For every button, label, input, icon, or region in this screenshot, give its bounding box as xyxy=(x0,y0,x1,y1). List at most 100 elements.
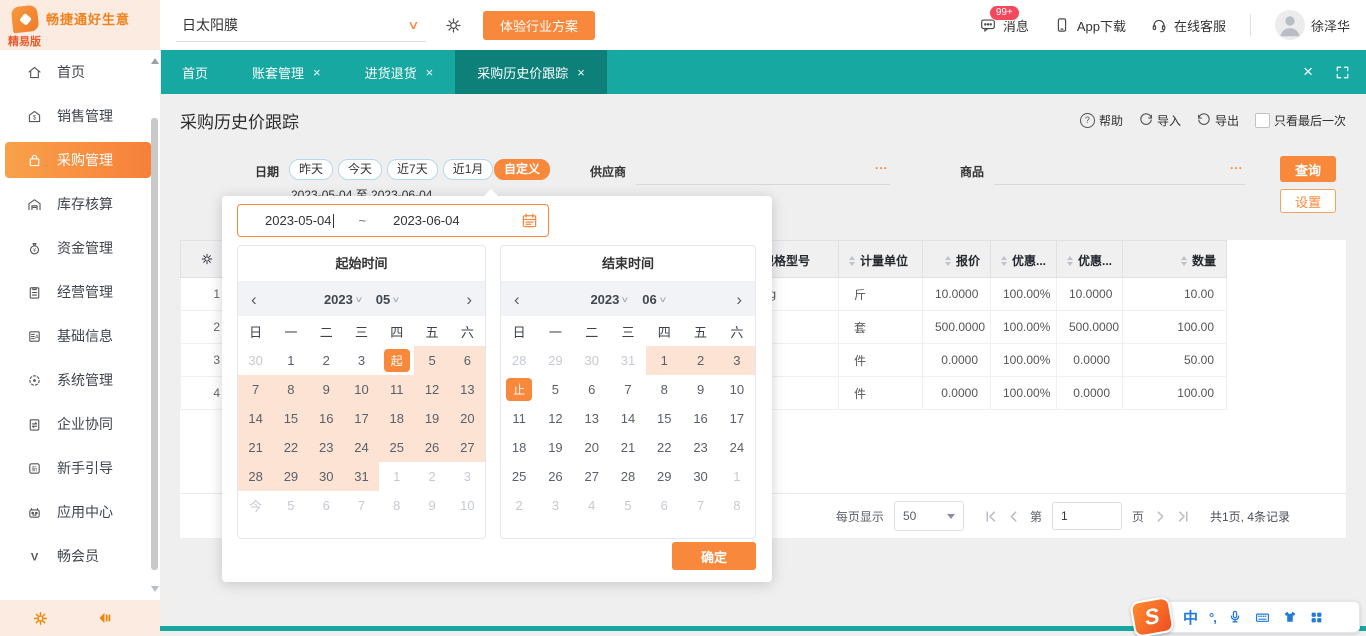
first-page-button[interactable] xyxy=(984,510,997,523)
user-menu[interactable]: 徐泽华 xyxy=(1274,10,1350,40)
calendar-day[interactable]: 29 xyxy=(646,462,682,491)
close-tab-icon[interactable]: × xyxy=(426,65,434,80)
sort-icon[interactable] xyxy=(1001,255,1007,266)
calendar-day[interactable]: 2 xyxy=(682,346,719,375)
month-select[interactable]: 06 ∨ xyxy=(642,292,667,307)
sidebar-item-funds[interactable]: ¥ 资金管理 xyxy=(0,226,160,270)
last-only-toggle[interactable]: 只看最后一次 xyxy=(1254,112,1346,129)
trial-plan-button[interactable]: 体验行业方案 xyxy=(483,10,596,40)
calendar-day[interactable]: 29 xyxy=(537,346,573,375)
calendar-day[interactable]: 10 xyxy=(719,375,755,404)
custom-date-pill[interactable]: 自定义 xyxy=(494,159,551,180)
calendar-day[interactable]: 3 xyxy=(718,346,755,375)
scroll-down-arrow[interactable] xyxy=(151,586,159,592)
calendar-day[interactable]: 28 xyxy=(238,462,274,491)
calendar-day[interactable]: 24 xyxy=(343,433,380,462)
calendar-day[interactable]: 7 xyxy=(238,375,274,404)
calendar-day[interactable]: 5 xyxy=(273,491,308,520)
calendar-day[interactable]: 5 xyxy=(610,491,646,520)
calendar-day[interactable]: 1 xyxy=(646,346,683,375)
ime-skin-icon[interactable] xyxy=(1282,609,1298,625)
calendar-day[interactable]: 30 xyxy=(238,346,273,375)
calendar-day[interactable]: 26 xyxy=(537,462,573,491)
sidebar-scrollbar[interactable] xyxy=(150,52,159,598)
sidebar-item-base-info[interactable]: A 基础信息 xyxy=(0,314,160,358)
calendar-day[interactable]: 5 xyxy=(537,375,573,404)
help-button[interactable]: ? 帮助 xyxy=(1079,112,1123,129)
sidebar-item-purchase[interactable]: 采购管理 xyxy=(5,142,151,178)
confirm-button[interactable]: 确定 xyxy=(672,542,756,570)
calendar-day[interactable]: 8 xyxy=(273,375,309,404)
footer-gear-icon[interactable] xyxy=(32,610,49,627)
calendar-day[interactable]: 28 xyxy=(501,346,537,375)
calendar-day[interactable]: 16 xyxy=(682,404,718,433)
calendar-day[interactable]: 9 xyxy=(414,491,449,520)
calendar-day[interactable]: 19 xyxy=(537,433,573,462)
start-date-value[interactable]: 2023-05-04 xyxy=(265,213,333,228)
ime-toolbox-icon[interactable] xyxy=(1309,610,1324,625)
next-month-button[interactable]: › xyxy=(466,291,472,308)
calendar-day[interactable]: 止 xyxy=(501,375,537,404)
sogou-logo-icon[interactable]: S xyxy=(1129,595,1175,636)
column-unit[interactable]: 计量单位 xyxy=(838,240,923,278)
close-all-tabs-icon[interactable]: × xyxy=(1303,62,1313,82)
next-page-button[interactable] xyxy=(1154,510,1167,523)
supplier-input[interactable]: ... xyxy=(636,158,890,185)
calendar-day[interactable]: 30 xyxy=(308,462,344,491)
calendar-day[interactable]: 25 xyxy=(501,462,537,491)
calendar-day[interactable]: 7 xyxy=(682,491,718,520)
export-button[interactable]: 导出 xyxy=(1197,112,1239,129)
date-quick-pill[interactable]: 近7天 xyxy=(387,159,438,180)
next-month-button[interactable]: › xyxy=(736,291,742,308)
sort-icon[interactable] xyxy=(1067,255,1073,266)
calendar-day[interactable]: 22 xyxy=(273,433,309,462)
supplier-picker-dots[interactable]: ... xyxy=(875,158,888,172)
year-select[interactable]: 2023 ∨ xyxy=(324,292,363,307)
calendar-day[interactable]: 9 xyxy=(682,375,718,404)
sidebar-item-beginner-guide[interactable]: 新 新手引导 xyxy=(0,446,160,490)
calendar-day[interactable]: 26 xyxy=(414,433,450,462)
calendar-day[interactable]: 1 xyxy=(719,462,755,491)
settings-button[interactable]: 设置 xyxy=(1280,189,1336,213)
calendar-day[interactable]: 起 xyxy=(379,346,414,375)
calendar-day[interactable]: 8 xyxy=(719,491,755,520)
page-input[interactable] xyxy=(1051,502,1122,530)
calendar-day[interactable]: 22 xyxy=(646,433,682,462)
per-page-select[interactable]: 50 xyxy=(893,501,964,531)
import-button[interactable]: 导入 xyxy=(1139,112,1181,129)
year-select[interactable]: 2023 ∨ xyxy=(590,292,629,307)
calendar-day[interactable]: 28 xyxy=(610,462,646,491)
close-tab-icon[interactable]: × xyxy=(313,65,321,80)
column-discount[interactable]: 优惠... xyxy=(1056,240,1123,278)
calendar-day[interactable]: 25 xyxy=(379,433,415,462)
calendar-day[interactable]: 9 xyxy=(308,375,344,404)
ime-punctuation-toggle[interactable]: °, xyxy=(1209,610,1217,625)
calendar-day[interactable]: 11 xyxy=(379,375,415,404)
calendar-day[interactable]: 18 xyxy=(501,433,537,462)
month-select[interactable]: 05 ∨ xyxy=(376,292,401,307)
calendar-day[interactable]: 21 xyxy=(238,433,274,462)
calendar-day[interactable]: 1 xyxy=(379,462,414,491)
end-date-value[interactable]: 2023-06-04 xyxy=(393,213,460,228)
calendar-day[interactable]: 21 xyxy=(610,433,646,462)
calendar-day[interactable]: 14 xyxy=(238,404,274,433)
calendar-day[interactable]: 3 xyxy=(344,346,379,375)
calendar-day[interactable]: 20 xyxy=(574,433,610,462)
online-support-button[interactable]: 在线客服 xyxy=(1150,16,1226,35)
sidebar-item-system[interactable]: 系统管理 xyxy=(0,358,160,402)
product-input[interactable]: ... xyxy=(994,158,1245,185)
prev-month-button[interactable]: ‹ xyxy=(514,291,520,308)
sidebar-item-operations[interactable]: 经营管理 xyxy=(0,270,160,314)
calendar-day[interactable]: 15 xyxy=(273,404,309,433)
date-quick-pill[interactable]: 近1月 xyxy=(442,159,494,180)
messages-button[interactable]: 消息 99+ xyxy=(979,4,1029,35)
date-quick-pill[interactable]: 今天 xyxy=(338,159,383,180)
calendar-day[interactable]: 8 xyxy=(379,491,414,520)
calendar-day[interactable]: 3 xyxy=(450,462,485,491)
calendar-day[interactable]: 14 xyxy=(610,404,646,433)
calendar-day[interactable]: 18 xyxy=(379,404,415,433)
date-quick-pill[interactable]: 昨天 xyxy=(289,159,334,180)
sidebar-item-sales[interactable]: $ 销售管理 xyxy=(0,94,160,138)
tab-home[interactable]: 首页 xyxy=(160,50,230,94)
calendar-day[interactable]: 6 xyxy=(574,375,610,404)
